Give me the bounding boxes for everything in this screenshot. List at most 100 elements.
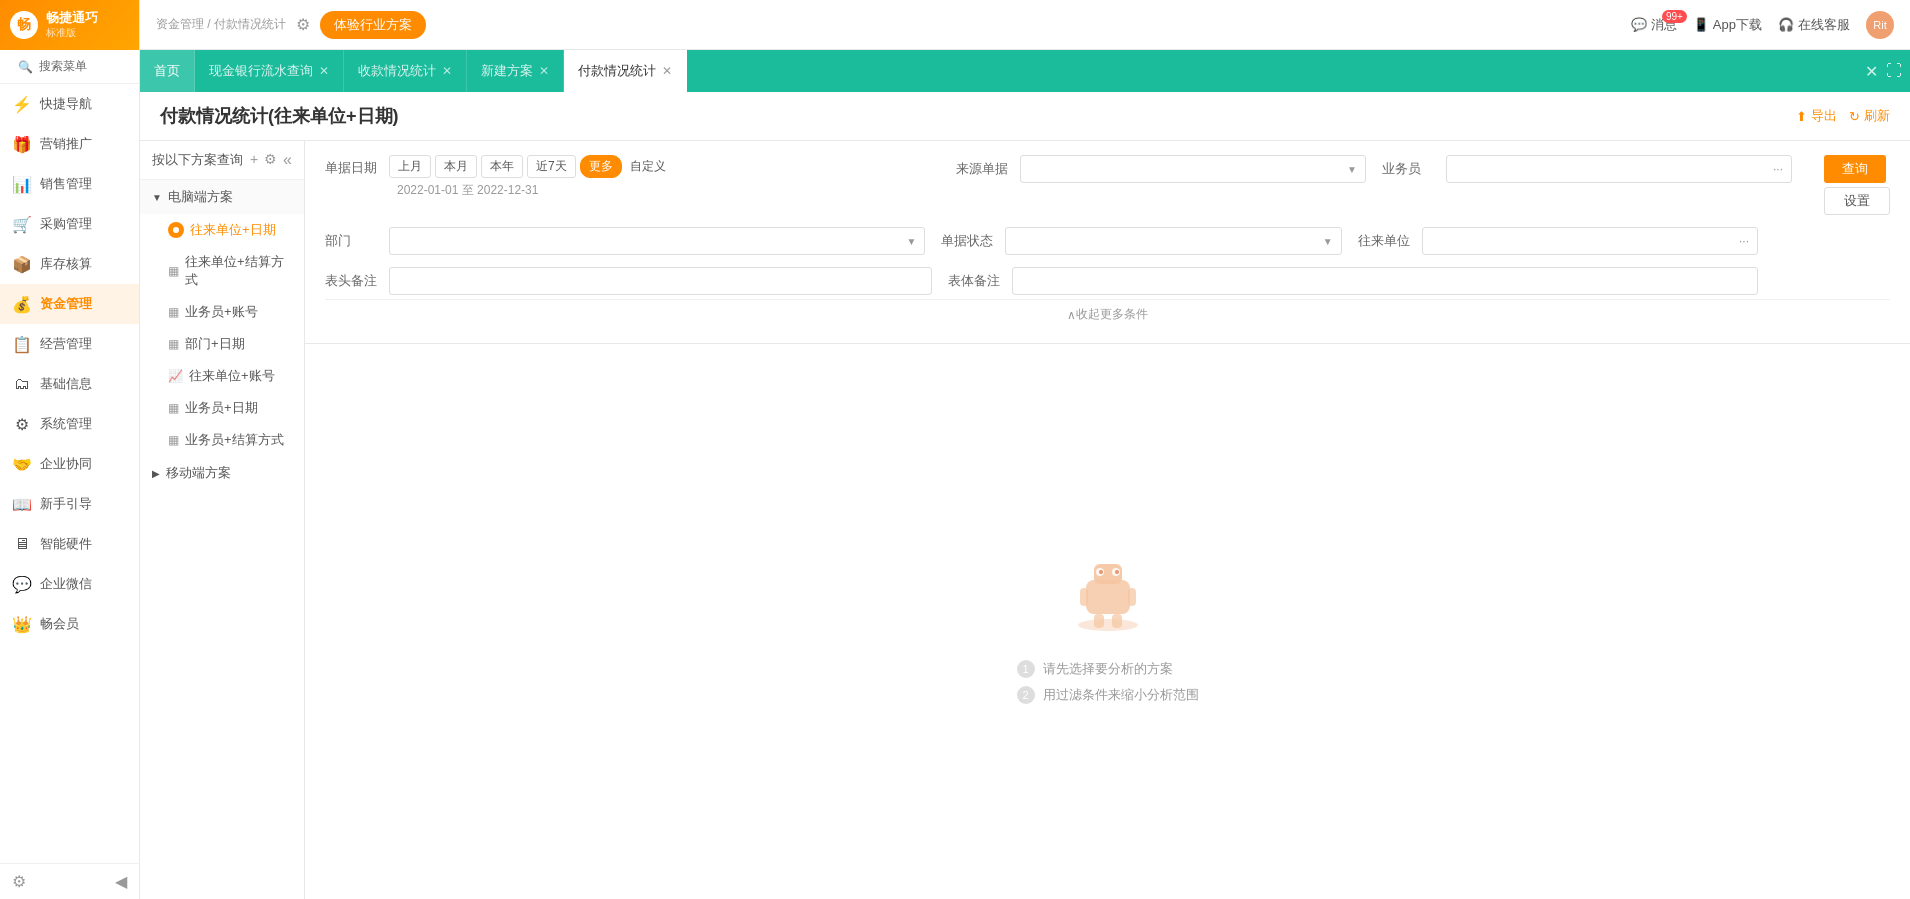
tab-payment-close[interactable]: ✕ (662, 64, 672, 78)
main-area: 资金管理 / 付款情况统计 ⚙ 体验行业方案 💬 消息 99+ 📱 App下载 … (140, 0, 1910, 899)
sidebar-header: 畅 畅捷通巧 标准版 (0, 0, 139, 50)
scheme-collapse-icon[interactable]: « (283, 151, 292, 169)
source-select[interactable]: ▼ (1020, 155, 1366, 183)
bottom-collapse-icon[interactable]: ◀ (115, 872, 127, 891)
sidebar-item-hardware[interactable]: 🖥 智能硬件 (0, 524, 139, 564)
sidebar-nav: ⚡ 快捷导航 🎁 营销推广 📊 销售管理 🛒 采购管理 📦 库存核算 💰 资金管… (0, 84, 139, 863)
scheme-item-staff-date[interactable]: ▦ 业务员+日期 (140, 392, 304, 424)
svg-point-6 (1099, 570, 1103, 574)
sidebar-item-basicinfo[interactable]: 🗂 基础信息 (0, 364, 139, 404)
sidebar-item-vip[interactable]: 👑 畅会员 (0, 604, 139, 644)
tab-new-plan-close[interactable]: ✕ (539, 64, 549, 78)
online-service-button[interactable]: 🎧 在线客服 (1778, 16, 1850, 34)
tab-bank[interactable]: 现金银行流水查询 ✕ (195, 50, 344, 92)
message-button[interactable]: 💬 消息 99+ (1631, 16, 1677, 34)
body-note-input[interactable] (1012, 267, 1758, 295)
header-right: 💬 消息 99+ 📱 App下载 🎧 在线客服 Rit (1631, 11, 1894, 39)
scheme-settings-icon[interactable]: ⚙ (264, 151, 277, 169)
trial-button[interactable]: 体验行业方案 (320, 11, 426, 39)
sidebar-item-enterprise[interactable]: 🤝 企业协同 (0, 444, 139, 484)
scheme-item-staff-settle[interactable]: ▦ 业务员+结算方式 (140, 424, 304, 456)
sidebar-item-operation[interactable]: 📋 经营管理 (0, 324, 139, 364)
sidebar-item-purchase[interactable]: 🛒 采购管理 (0, 204, 139, 244)
refresh-button[interactable]: ↻ 刷新 (1849, 107, 1890, 125)
header-settings-icon[interactable]: ⚙ (296, 15, 310, 34)
page-title-bar: 付款情况统计(往来单位+日期) ⬆ 导出 ↻ 刷新 (140, 92, 1910, 141)
search-menu[interactable]: 🔍 搜索菜单 (0, 50, 139, 84)
tab-receipt[interactable]: 收款情况统计 ✕ (344, 50, 467, 92)
date-btn-more[interactable]: 更多 (580, 155, 622, 178)
empty-state: 1 请先选择要分析的方案 2 用过滤条件来缩小分析范围 (305, 344, 1910, 899)
logo-text: 畅捷通巧 标准版 (46, 10, 98, 40)
bottom-settings-icon[interactable]: ⚙ (12, 872, 26, 891)
date-btn-this-year[interactable]: 本年 (481, 155, 523, 178)
svg-point-7 (1115, 570, 1119, 574)
sidebar-item-sales[interactable]: 📊 销售管理 (0, 164, 139, 204)
scheme-item-unit-date[interactable]: 往来单位+日期 (140, 214, 304, 246)
scheme-item-dept-date[interactable]: ▦ 部门+日期 (140, 328, 304, 360)
logo-icon: 畅 (10, 11, 38, 39)
tab-bank-close[interactable]: ✕ (319, 64, 329, 78)
tab-receipt-close[interactable]: ✕ (442, 64, 452, 78)
tabs-right: ✕ ⛶ (1865, 50, 1910, 92)
sidebar-item-system[interactable]: ⚙ 系统管理 (0, 404, 139, 444)
scheme-item-icon-5: ▦ (168, 401, 179, 415)
sidebar-item-guide[interactable]: 📖 新手引导 (0, 484, 139, 524)
unit-input[interactable]: ··· (1422, 227, 1758, 255)
sidebar-item-quick-nav[interactable]: ⚡ 快捷导航 (0, 84, 139, 124)
sidebar-item-capital[interactable]: 💰 资金管理 (0, 284, 139, 324)
mobile-group-arrow: ▶ (152, 468, 160, 479)
scheme-item-icon-3: ▦ (168, 337, 179, 351)
doc-status-label: 单据状态 (941, 232, 997, 250)
staff-label: 业务员 (1382, 160, 1438, 178)
date-btn-7days[interactable]: 近7天 (527, 155, 576, 178)
tab-payment[interactable]: 付款情况统计 ✕ (564, 50, 687, 92)
doc-status-select[interactable]: ▼ (1005, 227, 1341, 255)
settings-button[interactable]: 设置 (1824, 187, 1890, 215)
export-button[interactable]: ⬆ 导出 (1796, 107, 1837, 125)
tip-num-1: 1 (1017, 660, 1035, 678)
page-title: 付款情况统计(往来单位+日期) (160, 104, 399, 128)
sidebar-item-inventory[interactable]: 📦 库存核算 (0, 244, 139, 284)
filter-form: 单据日期 上月 本月 本年 近7天 更多 自定义 20 (305, 141, 1910, 344)
message-icon: 💬 (1631, 17, 1647, 32)
date-btn-this-month[interactable]: 本月 (435, 155, 477, 178)
tabs-bar: 首页 现金银行流水查询 ✕ 收款情况统计 ✕ 新建方案 ✕ 付款情况统计 ✕ ✕… (140, 50, 1910, 92)
source-label: 来源单据 (956, 160, 1012, 178)
scheme-header-icons: + ⚙ « (250, 151, 292, 169)
query-button[interactable]: 查询 (1824, 155, 1886, 183)
scheme-item-unit-account[interactable]: 📈 往来单位+账号 (140, 360, 304, 392)
scheme-item-unit-settle[interactable]: ▦ 往来单位+结算方式 (140, 246, 304, 296)
dept-select[interactable]: ▼ (389, 227, 925, 255)
purchase-icon: 🛒 (12, 214, 32, 234)
date-custom-label[interactable]: 自定义 (630, 158, 666, 175)
tab-home[interactable]: 首页 (140, 50, 195, 92)
service-icon: 🎧 (1778, 17, 1794, 32)
tab-close-all-icon[interactable]: ✕ (1865, 62, 1878, 81)
dept-label: 部门 (325, 232, 381, 250)
sidebar-item-marketing[interactable]: 🎁 营销推广 (0, 124, 139, 164)
inventory-icon: 📦 (12, 254, 32, 274)
staff-input[interactable]: ··· (1446, 155, 1792, 183)
scheme-mobile-title[interactable]: ▶ 移动端方案 (152, 464, 292, 482)
dept-select-arrow: ▼ (907, 236, 917, 247)
scheme-sidebar-title: 按以下方案查询 (152, 151, 243, 169)
svg-rect-8 (1080, 588, 1088, 606)
scheme-add-icon[interactable]: + (250, 151, 258, 169)
header-note-label: 表头备注 (325, 272, 381, 290)
scheme-item-staff-account[interactable]: ▦ 业务员+账号 (140, 296, 304, 328)
tab-fullscreen-icon[interactable]: ⛶ (1886, 62, 1902, 80)
date-btn-last-month[interactable]: 上月 (389, 155, 431, 178)
app-download-button[interactable]: 📱 App下载 (1693, 16, 1762, 34)
avatar[interactable]: Rit (1866, 11, 1894, 39)
basicinfo-icon: 🗂 (12, 374, 32, 394)
scheme-item-icon-6: ▦ (168, 433, 179, 447)
tab-new-plan[interactable]: 新建方案 ✕ (467, 50, 564, 92)
tip-num-2: 2 (1017, 686, 1035, 704)
date-label: 单据日期 (325, 155, 381, 177)
scheme-desktop-group-title[interactable]: ▼ 电脑端方案 (140, 180, 304, 214)
empty-illustration (1058, 540, 1158, 640)
header-note-input[interactable] (389, 267, 932, 295)
sidebar-item-wechat[interactable]: 💬 企业微信 (0, 564, 139, 604)
collapse-button[interactable]: ∧ 收起更多条件 (325, 299, 1890, 329)
